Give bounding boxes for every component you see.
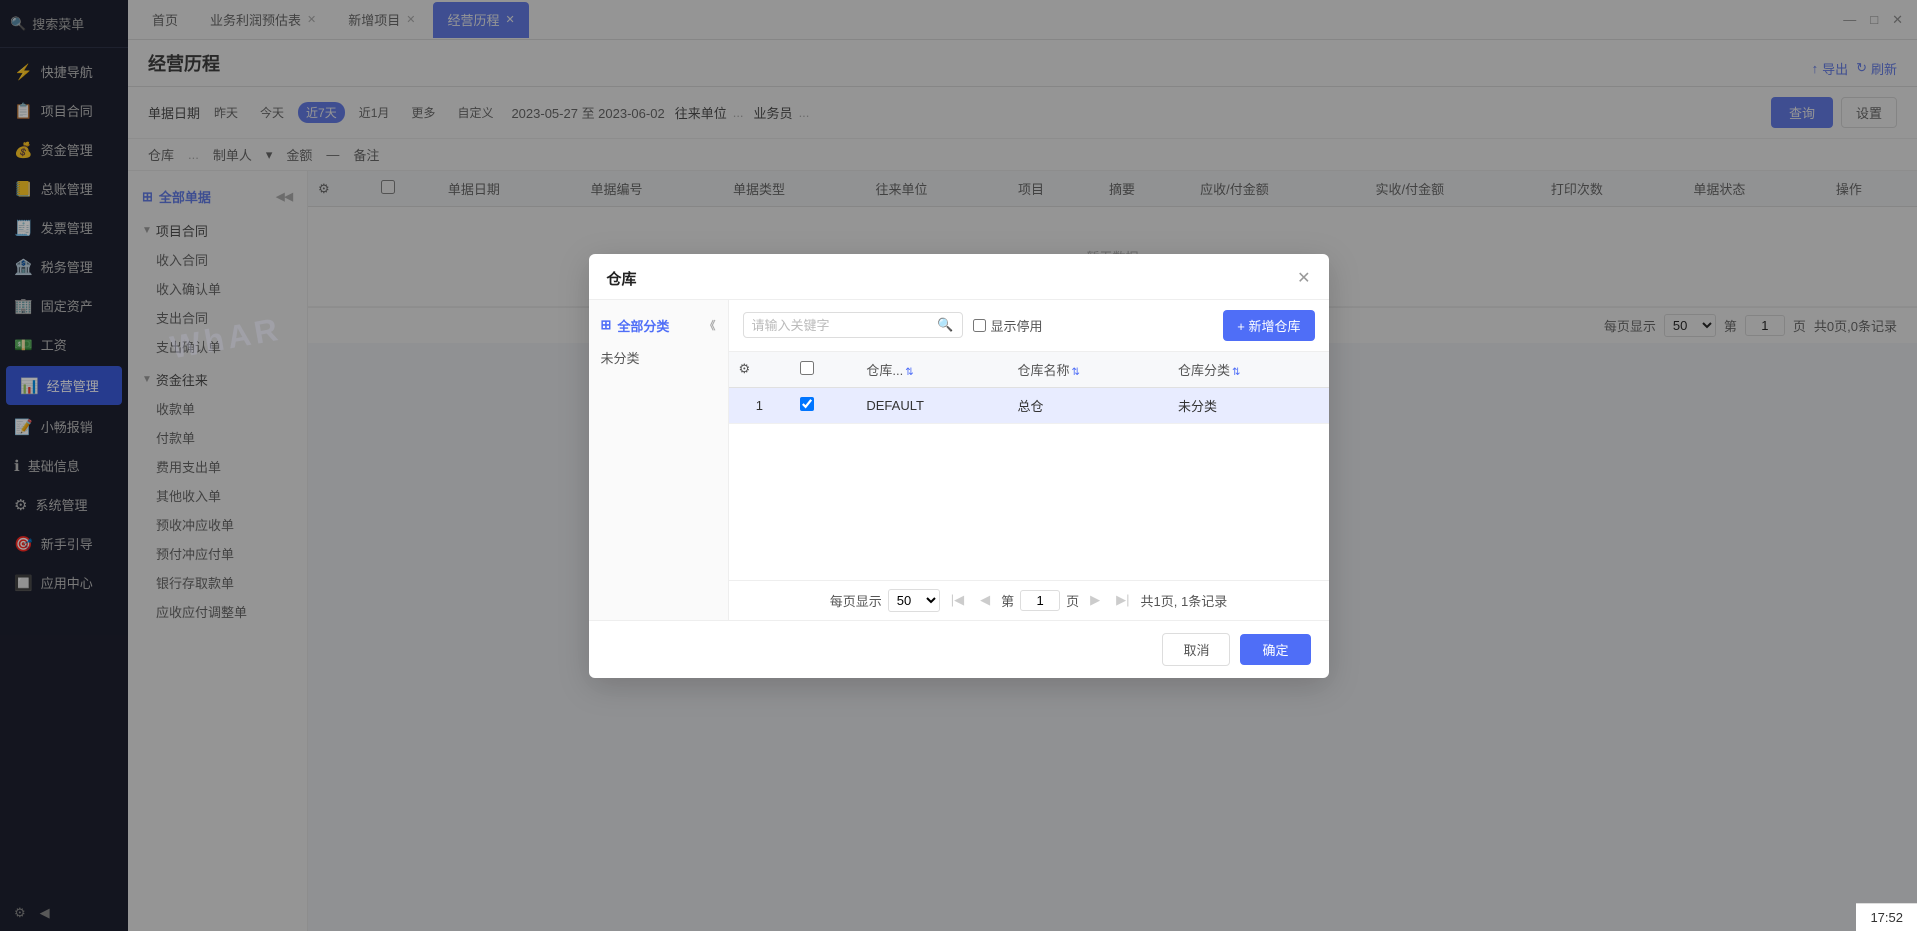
taskbar-time: 17:52 bbox=[1856, 903, 1917, 931]
add-warehouse-button[interactable]: + 新增仓库 bbox=[1223, 310, 1314, 341]
modal-page-size-select[interactable]: 50 100 bbox=[888, 589, 940, 612]
modal-toolbar: 🔍 显示停用 + 新增仓库 bbox=[729, 300, 1329, 352]
modal-close-button[interactable]: ✕ bbox=[1297, 268, 1310, 288]
modal-page-size-label: 每页显示 bbox=[830, 591, 882, 610]
modal-collapse-icon[interactable]: 《 bbox=[705, 317, 716, 333]
modal-table-wrap: ⚙ 仓库...⇅ 仓库名称⇅ 仓库分类⇅ 1 bbox=[729, 352, 1329, 580]
modal-total-label: 共1页, 1条记录 bbox=[1141, 591, 1228, 610]
modal-first-page[interactable]: |◀ bbox=[946, 590, 969, 610]
modal-title: 仓库 bbox=[607, 268, 637, 289]
modal-page-label: 第 bbox=[1001, 591, 1014, 610]
modal-right-panel: 🔍 显示停用 + 新增仓库 ⚙ bbox=[729, 300, 1329, 620]
modal-last-page[interactable]: ▶| bbox=[1111, 590, 1134, 610]
modal-header: 仓库 ✕ bbox=[589, 254, 1329, 300]
modal-col-name: 仓库名称⇅ bbox=[1007, 352, 1168, 388]
row-code: DEFAULT bbox=[856, 387, 1007, 423]
table-row[interactable]: 1 DEFAULT 总仓 未分类 bbox=[729, 387, 1329, 423]
row-name: 总仓 bbox=[1007, 387, 1168, 423]
cancel-button[interactable]: 取消 bbox=[1162, 633, 1230, 666]
modal-search-icon: 🔍 bbox=[937, 317, 953, 333]
modal-next-page[interactable]: ▶ bbox=[1085, 590, 1105, 610]
row-checkbox-cell bbox=[790, 387, 856, 423]
modal-search-input[interactable] bbox=[752, 318, 932, 333]
modal-page-input[interactable] bbox=[1020, 590, 1060, 611]
modal-page-suffix: 页 bbox=[1066, 591, 1079, 610]
grid-icon: ⊞ bbox=[601, 317, 612, 333]
modal-left-panel: ⊞ 全部分类 《 未分类 bbox=[589, 300, 729, 620]
row-gear-cell: 1 bbox=[729, 387, 791, 423]
modal-pagination: 每页显示 50 100 |◀ ◀ 第 页 ▶ ▶| 共1页, 1条记录 bbox=[729, 580, 1329, 620]
modal-overlay: 仓库 ✕ ⊞ 全部分类 《 未分类 🔍 bbox=[0, 0, 1917, 931]
row-category: 未分类 bbox=[1168, 387, 1329, 423]
show-disabled-checkbox[interactable] bbox=[973, 319, 986, 332]
modal-all-categories[interactable]: ⊞ 全部分类 《 bbox=[589, 310, 728, 341]
show-disabled-label[interactable]: 显示停用 bbox=[973, 316, 1043, 335]
modal-col-checkbox bbox=[790, 352, 856, 388]
modal-footer: 取消 确定 bbox=[589, 620, 1329, 678]
modal-uncategorized[interactable]: 未分类 bbox=[589, 341, 728, 374]
modal-select-all[interactable] bbox=[800, 361, 814, 375]
modal-col-code: 仓库...⇅ bbox=[856, 352, 1007, 388]
modal-col-category: 仓库分类⇅ bbox=[1168, 352, 1329, 388]
modal-prev-page[interactable]: ◀ bbox=[975, 590, 995, 610]
modal-table: ⚙ 仓库...⇅ 仓库名称⇅ 仓库分类⇅ 1 bbox=[729, 352, 1329, 424]
warehouse-modal: 仓库 ✕ ⊞ 全部分类 《 未分类 🔍 bbox=[589, 254, 1329, 678]
modal-col-gear: ⚙ bbox=[729, 352, 791, 388]
confirm-button[interactable]: 确定 bbox=[1240, 634, 1310, 665]
modal-search-wrap: 🔍 bbox=[743, 312, 963, 338]
row-checkbox[interactable] bbox=[800, 397, 814, 411]
modal-body: ⊞ 全部分类 《 未分类 🔍 显示停用 bbox=[589, 300, 1329, 620]
